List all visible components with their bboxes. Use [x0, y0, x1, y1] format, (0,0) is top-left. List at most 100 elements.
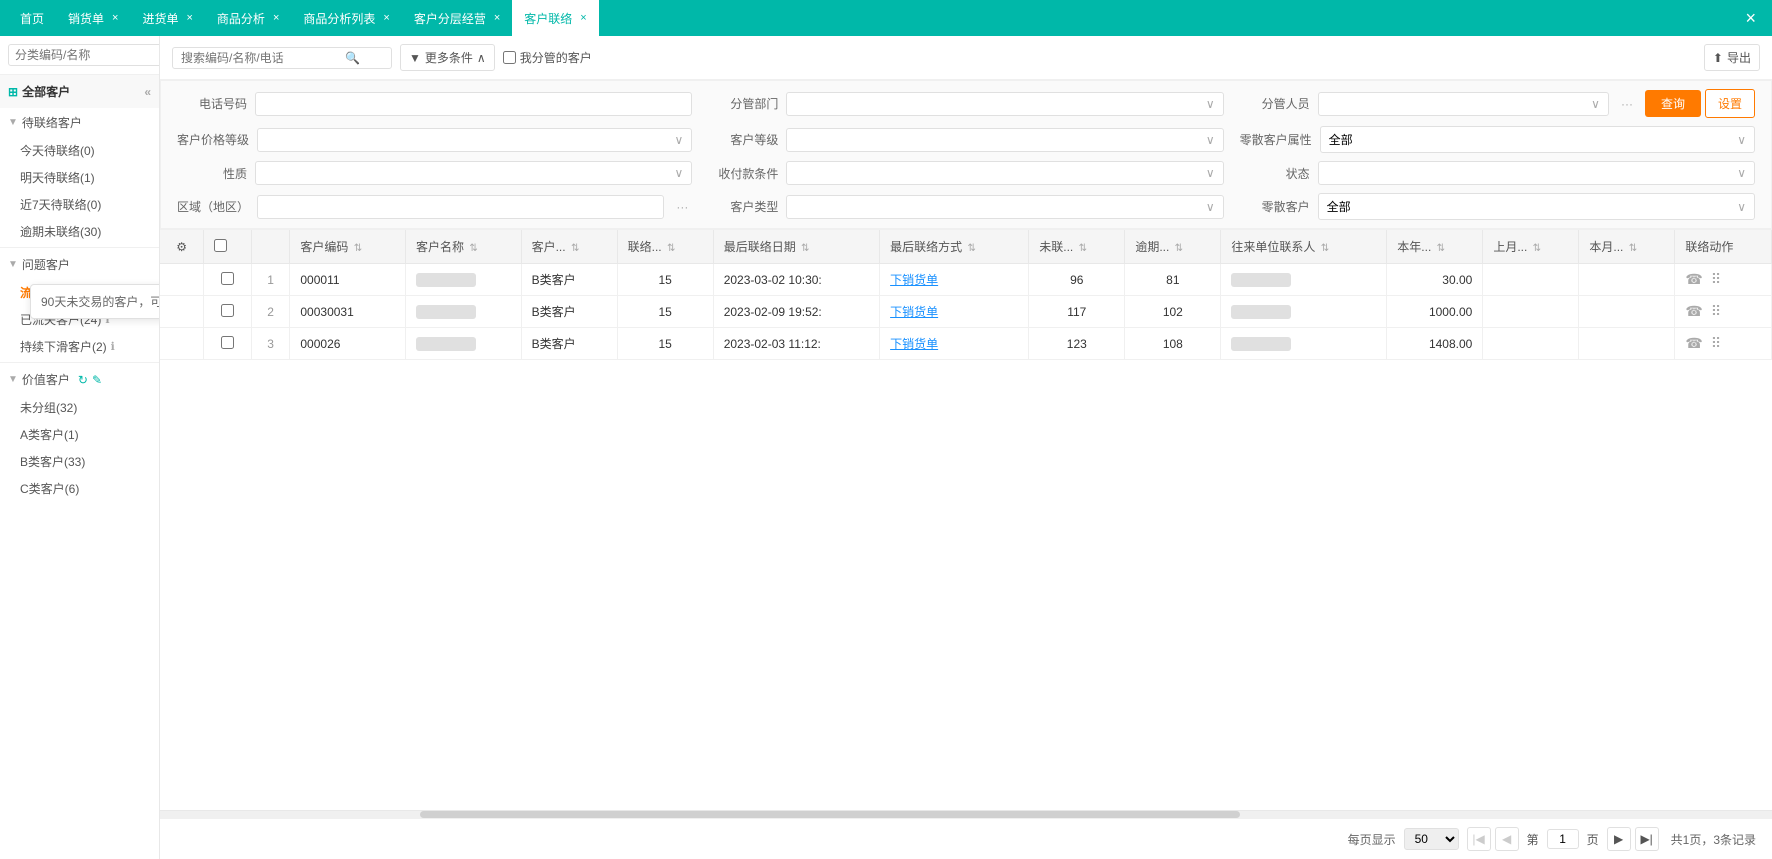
person-select[interactable]: ∨ — [1318, 92, 1609, 116]
sidebar-item-b-class[interactable]: B类客户(33) — [0, 448, 159, 475]
tab-purchase-close[interactable]: × — [186, 12, 192, 24]
sidebar-group-problem[interactable]: ▼ 问题客户 — [0, 250, 159, 279]
zero-customer-arrow: ∨ — [1737, 200, 1746, 214]
filter-row-customer-type: 客户类型 ∨ — [708, 193, 1223, 220]
tab-purchase[interactable]: 进货单 × — [130, 0, 204, 36]
td-code-1: 00030031 — [290, 296, 406, 328]
query-btn[interactable]: 查询 — [1645, 90, 1701, 117]
nature-select[interactable]: ∨ — [255, 161, 692, 185]
more-icon-0[interactable]: ⠿ — [1711, 271, 1721, 288]
sidebar-item-a-class[interactable]: A类客户(1) — [0, 421, 159, 448]
horizontal-scrollbar[interactable] — [160, 810, 1772, 818]
export-btn[interactable]: ⬆ 导出 — [1704, 44, 1760, 71]
tab-analysis-list[interactable]: 商品分析列表 × — [291, 0, 401, 36]
scrollbar-thumb[interactable] — [420, 811, 1240, 818]
phone-input[interactable] — [255, 92, 692, 116]
contact-icon-2[interactable]: ☎ — [1685, 335, 1702, 352]
td-checkbox-1[interactable] — [204, 296, 252, 328]
first-page-btn[interactable]: |◀ — [1467, 827, 1491, 851]
tab-customer-tier-close[interactable]: × — [494, 12, 500, 24]
row-checkbox-2[interactable] — [221, 336, 234, 349]
td-way-0[interactable]: 下销货单 — [880, 264, 1029, 296]
edit-icon[interactable]: ✎ — [92, 373, 102, 387]
customer-type-select[interactable]: ∨ — [786, 195, 1223, 219]
td-way-2[interactable]: 下销货单 — [880, 328, 1029, 360]
prev-page-btn[interactable]: ◀ — [1495, 827, 1519, 851]
tab-customer-tier[interactable]: 客户分层经营 × — [402, 0, 512, 36]
region-dots[interactable]: ··· — [672, 200, 692, 214]
tab-analysis-close[interactable]: × — [273, 12, 279, 24]
sidebar-item-ungroup[interactable]: 未分组(32) — [0, 394, 159, 421]
more-icon-2[interactable]: ⠿ — [1711, 335, 1721, 352]
select-all-checkbox[interactable] — [214, 239, 227, 252]
region-input[interactable] — [257, 195, 664, 219]
settings-btn[interactable]: 设置 — [1705, 89, 1755, 118]
row-checkbox-0[interactable] — [221, 272, 234, 285]
sidebar-item-today[interactable]: 今天待联络(0) — [0, 137, 159, 164]
tab-analysis-list-close[interactable]: × — [383, 12, 389, 24]
contact-icon-1[interactable]: ☎ — [1685, 303, 1702, 320]
th-last-date[interactable]: 最后联络日期 ⇅ — [713, 230, 879, 264]
payment-select[interactable]: ∨ — [786, 161, 1223, 185]
collapse-icon[interactable]: « — [144, 85, 151, 99]
td-checkbox-0[interactable] — [204, 264, 252, 296]
main-search-icon[interactable]: 🔍 — [345, 51, 360, 65]
th-last-way[interactable]: 最后联络方式 ⇅ — [880, 230, 1029, 264]
th-overdue[interactable]: 逾期... ⇅ — [1125, 230, 1221, 264]
td-contact-0: 15 — [617, 264, 713, 296]
tab-home[interactable]: 首页 — [8, 0, 56, 36]
sidebar-item-declining[interactable]: 持续下滑客户(2) ℹ — [0, 333, 159, 360]
tab-customer-connect[interactable]: 客户联络 × — [512, 0, 598, 36]
next-page-btn[interactable]: ▶ — [1607, 827, 1631, 851]
refresh-icon[interactable]: ↻ — [78, 373, 88, 387]
contact-icon-0[interactable]: ☎ — [1685, 271, 1702, 288]
my-customers-checkbox[interactable] — [503, 51, 516, 64]
th-type[interactable]: 客户... ⇅ — [521, 230, 617, 264]
per-page-select[interactable]: 50 100 200 — [1404, 828, 1459, 850]
sidebar-item-tomorrow[interactable]: 明天待联络(1) — [0, 164, 159, 191]
th-name[interactable]: 客户名称 ⇅ — [405, 230, 521, 264]
table-row: 3 000026 B类客户 15 2023-02-03 11:12: 下销货单 … — [160, 328, 1772, 360]
more-filter-btn[interactable]: ▼ 更多条件 ∧ — [400, 44, 495, 71]
th-contact[interactable]: 联络... ⇅ — [617, 230, 713, 264]
tab-sales[interactable]: 销货单 × — [56, 0, 130, 36]
price-level-select[interactable]: ∨ — [257, 128, 692, 152]
th-this-month[interactable]: 本月... ⇅ — [1579, 230, 1675, 264]
sidebar-search-input[interactable] — [8, 44, 160, 66]
th-code[interactable]: 客户编码 ⇅ — [290, 230, 406, 264]
th-unit-contact[interactable]: 往来单位联系人 ⇅ — [1221, 230, 1387, 264]
person-dots[interactable]: ··· — [1617, 97, 1637, 111]
status-select[interactable]: ∨ — [1318, 161, 1755, 185]
th-this-year[interactable]: 本年... ⇅ — [1387, 230, 1483, 264]
dept-select[interactable]: ∨ — [786, 92, 1223, 116]
current-page-input[interactable] — [1547, 829, 1579, 849]
th-settings[interactable]: ⚙ — [160, 230, 204, 264]
sidebar-item-c-class[interactable]: C类客户(6) — [0, 475, 159, 502]
row-checkbox-1[interactable] — [221, 304, 234, 317]
close-all-tabs[interactable]: × — [1737, 8, 1764, 29]
td-action-2: ☎ ⠿ — [1675, 328, 1772, 360]
main-search-input[interactable] — [181, 51, 341, 65]
contact-way-link-2[interactable]: 下销货单 — [890, 337, 938, 351]
last-page-btn[interactable]: ▶| — [1635, 827, 1659, 851]
sidebar-item-overdue-contact[interactable]: 逾期未联络(30) — [0, 218, 159, 245]
contact-way-link-0[interactable]: 下销货单 — [890, 273, 938, 287]
td-way-1[interactable]: 下销货单 — [880, 296, 1029, 328]
more-icon-1[interactable]: ⠿ — [1711, 303, 1721, 320]
tab-customer-connect-close[interactable]: × — [580, 12, 586, 24]
all-customers-header[interactable]: ⊞ 全部客户 « — [0, 75, 159, 108]
sidebar-group-pending[interactable]: ▼ 待联络客户 — [0, 108, 159, 137]
sidebar-group-value[interactable]: ▼ 价值客户 ↻ ✎ — [0, 365, 159, 394]
contact-way-link-1[interactable]: 下销货单 — [890, 305, 938, 319]
zero-customer-select[interactable]: 全部 ∨ — [1318, 193, 1755, 220]
th-not-contact[interactable]: 未联... ⇅ — [1029, 230, 1125, 264]
sidebar-item-7days[interactable]: 近7天待联络(0) — [0, 191, 159, 218]
tab-sales-close[interactable]: × — [112, 12, 118, 24]
tab-analysis[interactable]: 商品分析 × — [205, 0, 291, 36]
td-year-1: 1000.00 — [1387, 296, 1483, 328]
my-customers-wrap[interactable]: 我分管的客户 — [503, 49, 592, 66]
td-checkbox-2[interactable] — [204, 328, 252, 360]
level-select[interactable]: ∨ — [786, 128, 1223, 152]
th-last-month[interactable]: 上月... ⇅ — [1483, 230, 1579, 264]
zero-attr-select[interactable]: 全部 ∨ — [1320, 126, 1755, 153]
